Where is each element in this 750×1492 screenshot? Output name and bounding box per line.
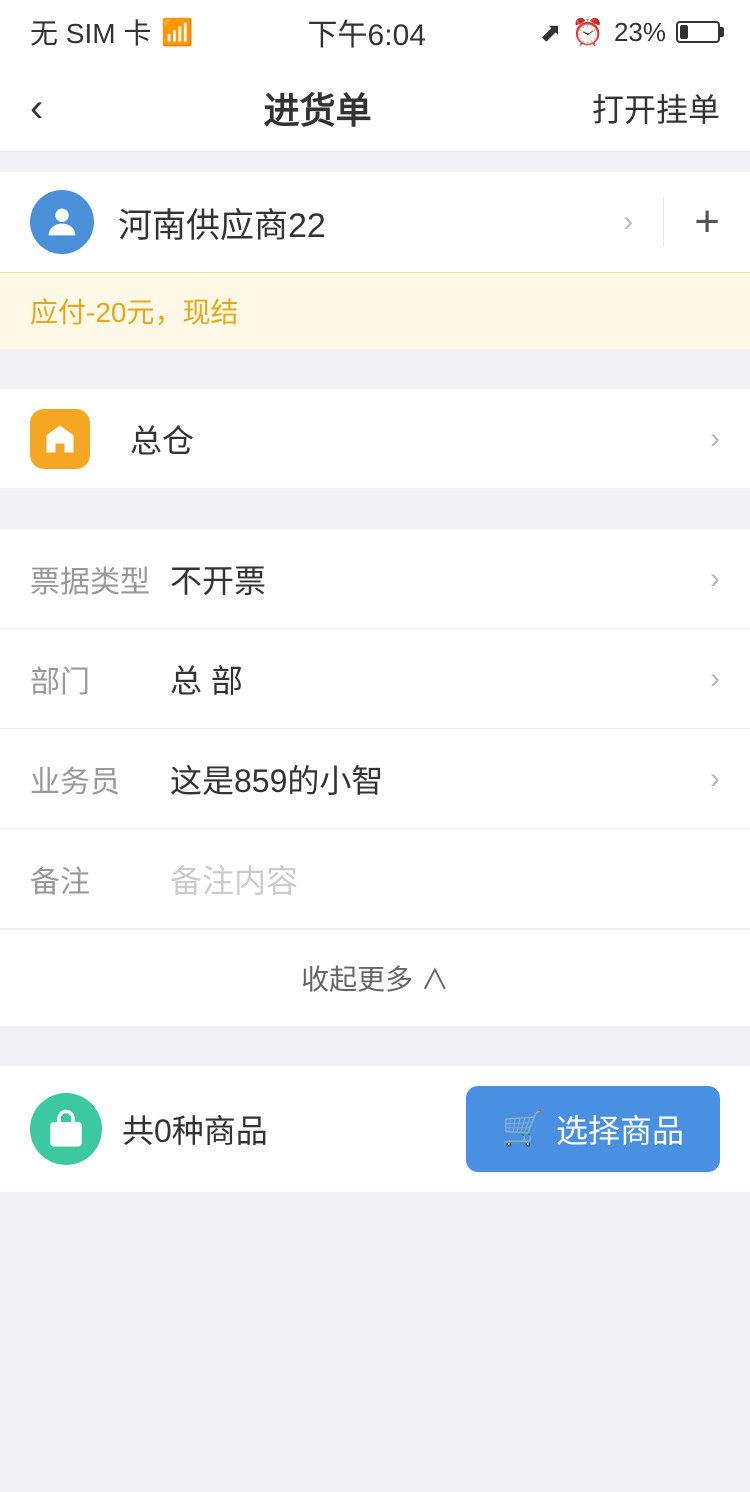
- dept-row[interactable]: 部门 总 部 ›: [0, 629, 750, 729]
- alarm-icon: ⏰: [572, 17, 604, 48]
- gap-1: [0, 152, 750, 172]
- divider: [663, 197, 664, 247]
- bottom-bar: 共0种商品 🛒 选择商品: [0, 1066, 750, 1192]
- notice-text: 应付-20元，现结: [30, 297, 238, 328]
- gap-3: [0, 489, 750, 509]
- invoice-chevron-icon: ›: [710, 562, 720, 596]
- product-icon: [45, 1108, 87, 1150]
- house-icon: [42, 421, 78, 457]
- invoice-value: 不开票: [150, 556, 700, 602]
- collapse-label: 收起更多 ∧: [301, 964, 449, 995]
- carrier-text: 无 SIM 卡: [30, 12, 151, 52]
- sales-chevron-icon: ›: [710, 762, 720, 796]
- warehouse-chevron-icon: ›: [710, 422, 720, 456]
- remark-row[interactable]: 备注 备注内容: [0, 829, 750, 929]
- back-button[interactable]: ‹: [30, 88, 43, 128]
- warehouse-icon-wrap: [30, 409, 90, 469]
- invoice-label: 票据类型: [30, 557, 150, 601]
- footer-space: [0, 1192, 750, 1492]
- invoice-row[interactable]: 票据类型 不开票 ›: [0, 529, 750, 629]
- wifi-icon: 📶: [161, 17, 193, 48]
- select-product-label: 选择商品: [556, 1106, 684, 1152]
- product-icon-wrap: [30, 1093, 102, 1165]
- page-title: 进货单: [264, 82, 372, 134]
- warehouse-section: 总仓 ›: [0, 389, 750, 489]
- sales-label: 业务员: [30, 757, 150, 801]
- supplier-avatar: [30, 190, 94, 254]
- gap-2: [0, 349, 750, 369]
- nav-bar: ‹ 进货单 打开挂单: [0, 64, 750, 152]
- notice-bar: 应付-20元，现结: [0, 272, 750, 349]
- battery-pct: 23%: [614, 17, 666, 48]
- remark-placeholder: 备注内容: [150, 856, 720, 902]
- status-left: 无 SIM 卡 📶: [30, 12, 194, 52]
- fields-section: 票据类型 不开票 › 部门 总 部 › 业务员 这是859的小智 › 备注 备注…: [0, 529, 750, 1026]
- dept-value: 总 部: [150, 656, 700, 702]
- add-supplier-icon[interactable]: +: [694, 197, 720, 247]
- battery-icon: [676, 21, 720, 43]
- status-right: ⬈ ⏰ 23%: [540, 17, 720, 48]
- collapse-button[interactable]: 收起更多 ∧: [0, 929, 750, 1026]
- supplier-row[interactable]: 河南供应商22 › +: [30, 172, 720, 272]
- dept-chevron-icon: ›: [710, 662, 720, 696]
- gap-4: [0, 1026, 750, 1046]
- status-time: 下午6:04: [308, 10, 426, 54]
- supplier-name: 河南供应商22: [118, 198, 623, 247]
- dept-label: 部门: [30, 657, 150, 701]
- supplier-chevron-icon: ›: [623, 205, 633, 239]
- select-product-icon: 🛒: [502, 1109, 544, 1149]
- status-bar: 无 SIM 卡 📶 下午6:04 ⬈ ⏰ 23%: [0, 0, 750, 64]
- warehouse-row[interactable]: 总仓 ›: [0, 389, 750, 489]
- remark-label: 备注: [30, 857, 150, 901]
- person-icon: [42, 202, 82, 242]
- supplier-section: 河南供应商22 › +: [0, 172, 750, 272]
- sales-row[interactable]: 业务员 这是859的小智 ›: [0, 729, 750, 829]
- select-product-button[interactable]: 🛒 选择商品: [466, 1086, 720, 1172]
- supplier-actions: › +: [623, 197, 720, 247]
- location-icon: ⬈: [540, 17, 562, 48]
- warehouse-name: 总仓: [130, 416, 700, 462]
- open-pending-button[interactable]: 打开挂单: [592, 85, 720, 131]
- sales-value: 这是859的小智: [150, 756, 700, 802]
- product-count: 共0种商品: [122, 1106, 466, 1152]
